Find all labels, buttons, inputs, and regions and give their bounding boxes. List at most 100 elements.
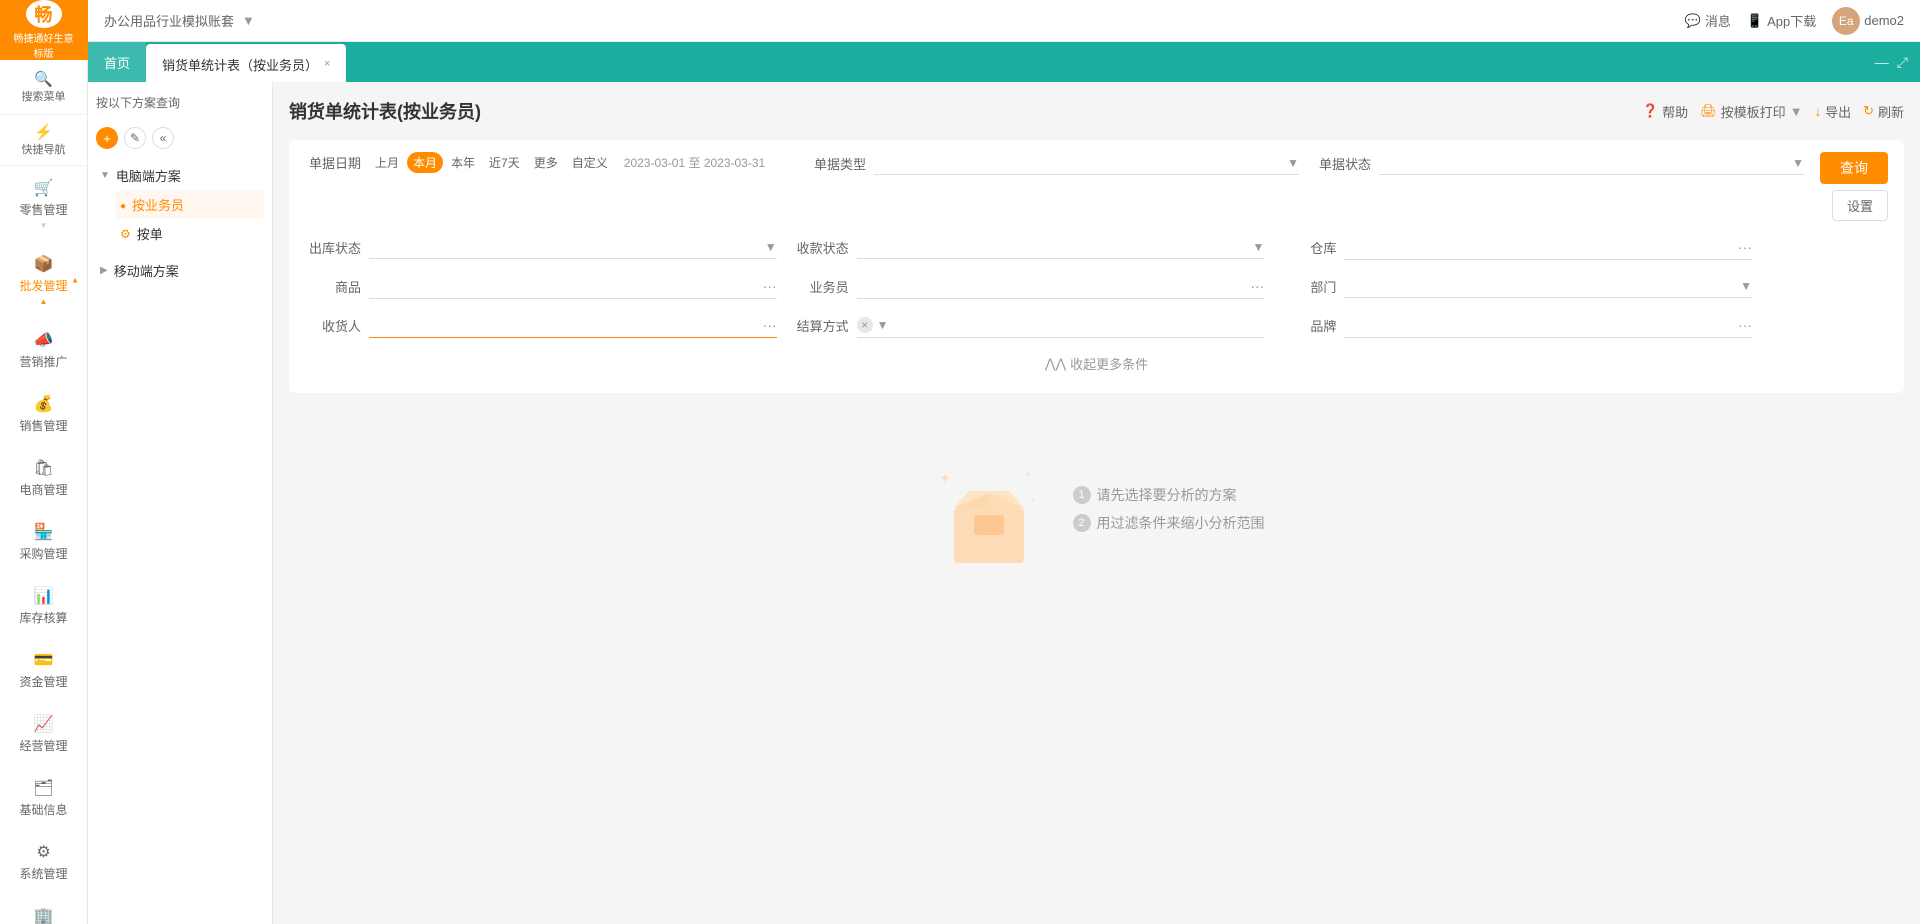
date-tab-custom[interactable]: 自定义 — [566, 152, 614, 173]
help-btn[interactable]: ❓ 帮助 — [1642, 102, 1688, 121]
edit-scheme-btn[interactable]: ✎ — [124, 127, 146, 149]
brand-control[interactable]: ··· — [1344, 313, 1752, 338]
salesperson-dots[interactable]: ··· — [1250, 278, 1264, 294]
tab-home[interactable]: 首页 — [88, 42, 146, 82]
sidebar-system-label: 系统管理 — [19, 865, 67, 882]
workspace-dropdown-icon[interactable]: ▼ — [242, 13, 255, 28]
sidebar-quicknav[interactable]: ⚡ 快捷导航 — [0, 115, 87, 166]
print-dropdown-icon[interactable]: ▼ — [1790, 104, 1803, 119]
sidebar-item-enterprise[interactable]: 🏢 企业协同 — [0, 894, 87, 924]
app-name: 畅捷通好生意 — [14, 30, 74, 45]
retail-arrow: ▼ — [40, 221, 48, 230]
collapse-arrow-icon: ⋀⋀ — [1045, 356, 1066, 372]
doc-status-dropdown-icon[interactable]: ▼ — [1792, 156, 1804, 170]
workspace-label: 办公用品行业模拟账套 — [104, 11, 234, 30]
settle-label: 结算方式 — [793, 316, 849, 335]
sidebar-item-purchase[interactable]: 🏪 采购管理 — [0, 510, 87, 574]
empty-svg: ✦ ✦ ✦ — [929, 453, 1049, 573]
topbar: 办公用品行业模拟账套 ▼ 💬 消息 📱 App下载 Ea demo2 — [88, 0, 1920, 42]
sidebar-item-base[interactable]: 🗂 基础信息 — [0, 766, 87, 830]
sidebar-item-ecommerce[interactable]: 🛍 电商管理 — [0, 446, 87, 510]
sidebar-item-sales[interactable]: 💰 销售管理 — [0, 382, 87, 446]
retail-icon: 🛒 — [34, 178, 54, 198]
sidebar-search[interactable]: 🔍 搜索菜单 — [0, 60, 87, 115]
page-actions: ❓ 帮助 🖨 按模板打印 ▼ ↓ 导出 ↻ 刷新 — [1642, 102, 1904, 121]
sidebar-item-inventory[interactable]: 📊 库存核算 — [0, 574, 87, 638]
tree-pc-group[interactable]: ▼ 电脑端方案 — [96, 161, 264, 190]
out-status-control[interactable]: ▼ — [369, 236, 777, 259]
add-scheme-btn[interactable]: + — [96, 127, 118, 149]
sidebar-item-retail[interactable]: 🛒 零售管理 ▼ — [0, 166, 87, 242]
collect-status-dropdown-icon[interactable]: ▼ — [1252, 240, 1264, 254]
collect-status-control[interactable]: ▼ — [857, 236, 1265, 259]
collapse-filter-label: 收起更多条件 — [1070, 354, 1148, 373]
app-download-icon: 📱 — [1747, 13, 1763, 29]
export-btn[interactable]: ↓ 导出 — [1815, 102, 1852, 121]
sidebar-item-marketing[interactable]: 📣 营销推广 — [0, 318, 87, 382]
operations-icon: 📈 — [34, 714, 54, 734]
receiver-dots[interactable]: ··· — [763, 317, 777, 333]
warehouse-dots[interactable]: ··· — [1738, 239, 1752, 255]
empty-hint2: 2 用过滤条件来缩小分析范围 — [1073, 513, 1265, 533]
tree-salesperson-item[interactable]: ● 按业务员 — [116, 190, 264, 219]
sidebar-menu: 🛒 零售管理 ▼ 📦 批发管理 ▲ 📣 营销推广 💰 销售管理 🛍 电商管理 🏪… — [0, 166, 87, 924]
date-range: 2023-03-01 至 2023-03-31 — [624, 154, 765, 171]
collapse-filter-btn[interactable]: ⋀⋀ 收起更多条件 — [305, 346, 1888, 381]
main-area: 办公用品行业模拟账套 ▼ 💬 消息 📱 App下载 Ea demo2 首页 — [88, 0, 1920, 924]
tab-maximize-icon[interactable]: ⤢ — [1897, 54, 1908, 71]
sidebar-item-system[interactable]: ⚙ 系统管理 — [0, 830, 87, 894]
tree-mobile-group[interactable]: ▶ 移动端方案 — [96, 256, 264, 285]
hint2-text: 用过滤条件来缩小分析范围 — [1097, 513, 1265, 533]
settle-dropdown-icon[interactable]: ▼ — [877, 318, 889, 332]
message-icon: 💬 — [1685, 13, 1701, 29]
tree-mobile-label: 移动端方案 — [114, 261, 179, 280]
user-profile[interactable]: Ea demo2 — [1832, 7, 1904, 35]
help-icon: ❓ — [1642, 103, 1658, 119]
goods-dots[interactable]: ··· — [763, 278, 777, 294]
doc-type-dropdown-icon[interactable]: ▼ — [1287, 156, 1299, 170]
dept-dropdown-icon[interactable]: ▼ — [1740, 279, 1752, 293]
sidebar-item-wholesale[interactable]: 📦 批发管理 ▲ — [0, 242, 87, 318]
tree-order-item[interactable]: ⚙ 按单 — [116, 219, 264, 248]
refresh-btn[interactable]: ↻ 刷新 — [1863, 102, 1904, 121]
empty-illustration: ✦ ✦ ✦ — [929, 453, 1049, 573]
date-tab-7days[interactable]: 近7天 — [483, 152, 526, 173]
doc-type-control[interactable]: ▼ — [874, 152, 1299, 175]
doc-status-control[interactable]: ▼ — [1379, 152, 1804, 175]
date-tab-this-month[interactable]: 本月 — [407, 152, 443, 173]
warehouse-control[interactable]: ··· — [1344, 235, 1752, 260]
date-tab-last-month[interactable]: 上月 — [369, 152, 405, 173]
app-download-label: App下载 — [1767, 11, 1816, 30]
sidebar-wholesale-label: 批发管理 — [19, 277, 67, 294]
export-icon: ↓ — [1815, 104, 1822, 119]
app-download-btn[interactable]: 📱 App下载 — [1747, 11, 1816, 30]
settle-clear-btn[interactable]: × — [857, 317, 873, 333]
refresh-icon: ↻ — [1863, 103, 1874, 119]
print-btn[interactable]: 🖨 按模板打印 ▼ — [1700, 102, 1802, 121]
query-button[interactable]: 查询 — [1820, 152, 1888, 184]
tab-minimize-icon[interactable]: — — [1875, 54, 1889, 70]
date-tab-this-year[interactable]: 本年 — [445, 152, 481, 173]
goods-control[interactable]: ··· — [369, 274, 777, 299]
date-filter: 上月 本月 本年 近7天 更多 自定义 2023-03-01 至 2023-03… — [369, 152, 794, 173]
settings-button[interactable]: 设置 — [1832, 190, 1888, 221]
left-panel-title: 按以下方案查询 — [96, 94, 180, 111]
sidebar-item-operations[interactable]: 📈 经营管理 — [0, 702, 87, 766]
brand-dots[interactable]: ··· — [1738, 317, 1752, 333]
tab-sales-stat[interactable]: 销货单统计表（按业务员） × — [146, 44, 346, 84]
collapse-panel-btn[interactable]: « — [152, 127, 174, 149]
settle-control[interactable]: × ▼ — [857, 313, 1265, 338]
receiver-control[interactable]: ··· — [369, 313, 777, 338]
app-logo: 畅 畅捷通好生意 标版 — [0, 0, 88, 60]
salesperson-control[interactable]: ··· — [857, 274, 1265, 299]
svg-text:✦: ✦ — [939, 470, 951, 486]
message-btn[interactable]: 💬 消息 — [1685, 11, 1731, 30]
sidebar-purchase-label: 采购管理 — [19, 545, 67, 562]
doc-status-label: 单据状态 — [1315, 154, 1371, 173]
dept-control[interactable]: ▼ — [1344, 275, 1752, 298]
tree-pc-children: ● 按业务员 ⚙ 按单 — [96, 190, 264, 248]
out-status-dropdown-icon[interactable]: ▼ — [765, 240, 777, 254]
sidebar-item-finance[interactable]: 💳 资金管理 — [0, 638, 87, 702]
date-tab-more[interactable]: 更多 — [528, 152, 564, 173]
tab-close-icon[interactable]: × — [324, 58, 330, 70]
